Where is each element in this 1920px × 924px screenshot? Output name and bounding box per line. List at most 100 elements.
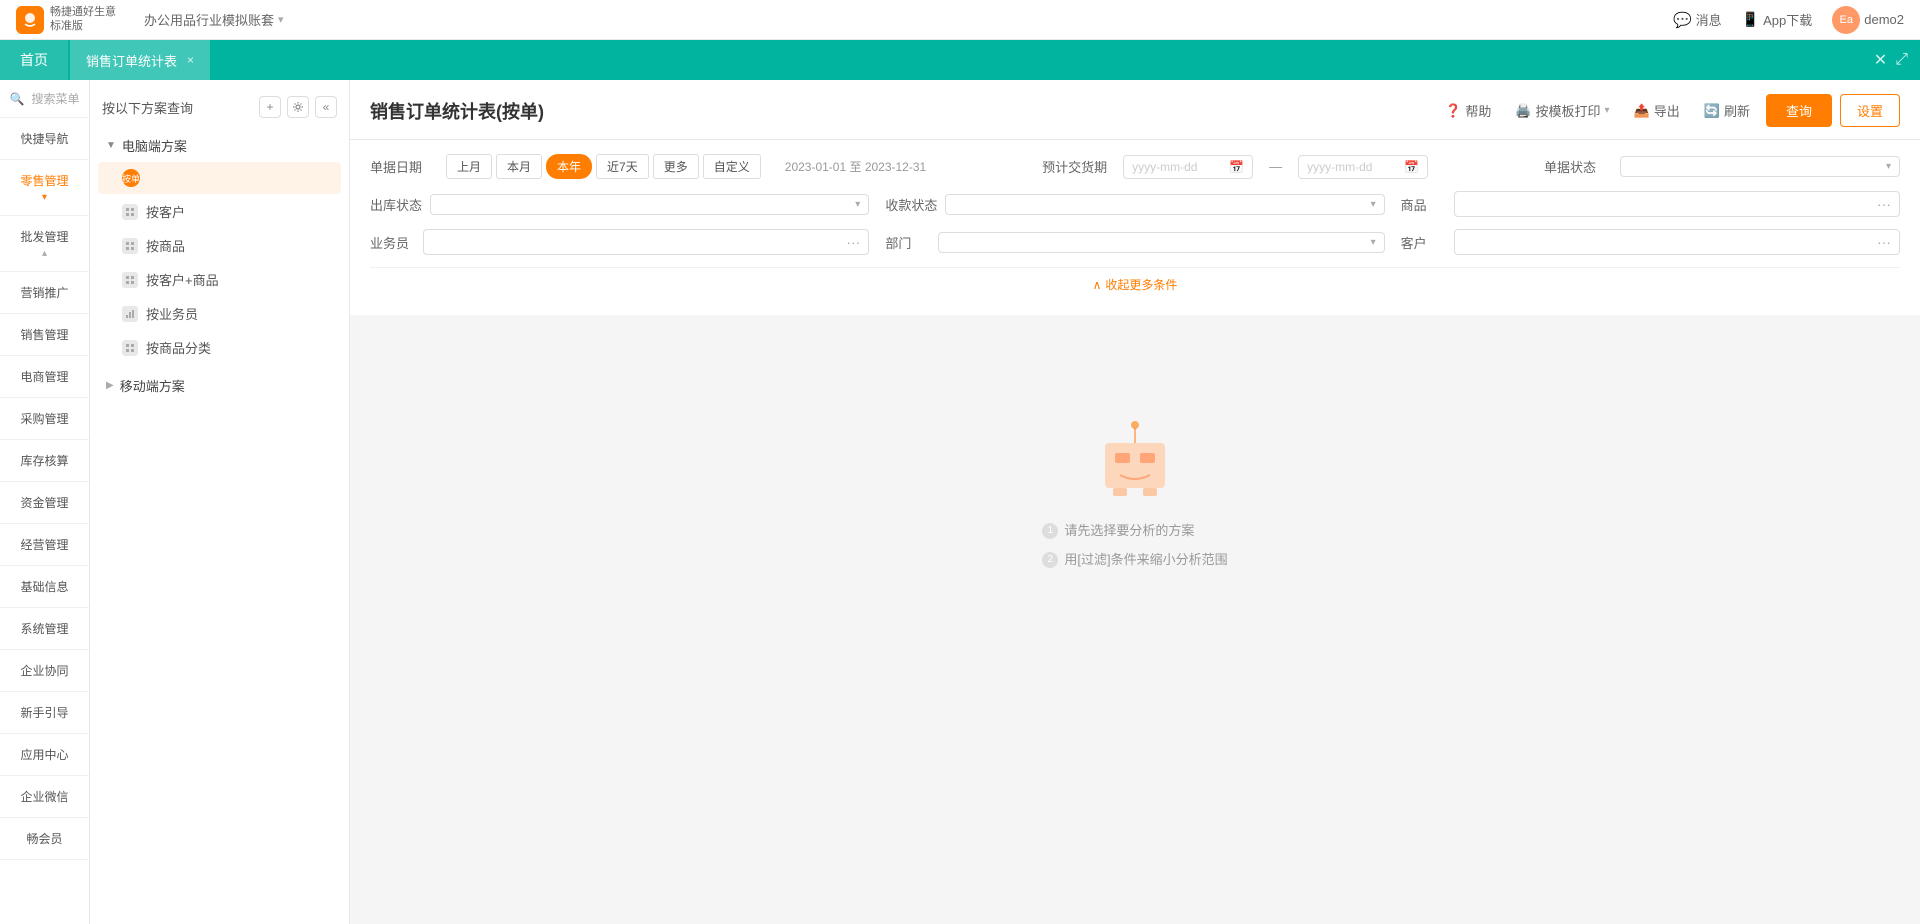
settings-scheme-button[interactable] [287,96,309,118]
scheme-icon-customer-goods [122,272,138,288]
sidebar-item-retail[interactable]: 零售管理 ▾ [0,160,89,216]
sidebar-item-system[interactable]: 系统管理 [0,608,89,650]
sidebar-item-appcenter[interactable]: 应用中心 [0,734,89,776]
goods-field[interactable]: ··· [1454,191,1900,217]
settings-button[interactable]: 设置 [1840,94,1900,127]
scheme-item-by-category[interactable]: 按商品分类 [98,331,341,364]
group-expand-icon: ▼ [106,140,116,151]
customer-dots-icon[interactable]: ··· [1877,234,1891,250]
department-field[interactable]: ▾ [938,232,1384,253]
scheme-item-by-customer-goods[interactable]: 按客户+商品 [98,263,341,296]
expand-icon[interactable]: ⤢ [1895,51,1908,69]
goods-input[interactable] [1463,197,1877,211]
scheme-item-by-order[interactable]: 按单 [98,162,341,194]
sidebar-item-sales[interactable]: 销售管理 [0,314,89,356]
add-scheme-button[interactable]: + [259,96,281,118]
app-title-area[interactable]: 办公用品行业模拟账套 ▾ [144,10,284,29]
scheme-group-mobile: ▶ 移动端方案 [90,370,349,401]
collapse-bar[interactable]: ∧ 收起更多条件 [370,267,1900,301]
print-button[interactable]: 🖨️ 按模板打印 ▾ [1507,97,1617,124]
goods-dots-icon[interactable]: ··· [1877,196,1891,212]
sidebar-item-purchase[interactable]: 采购管理 [0,398,89,440]
message-button[interactable]: 💬 消息 [1673,10,1722,29]
payment-field[interactable]: ▾ [945,194,1384,215]
customer-label: 客户 [1401,233,1446,252]
tab-bar: 首页 销售订单统计表 × ✕ ⤢ [0,40,1920,80]
department-chevron-icon: ▾ [1371,237,1376,248]
main-layout: 🔍 搜索菜单 快捷导航 零售管理 ▾ 批发管理 ▴ 营销推广 销售管理 电商管理… [0,80,1920,924]
top-bar-right: 💬 消息 📱 App下载 Ea demo2 [1673,6,1904,34]
collapse-panel-button[interactable]: « [315,96,337,118]
sidebar-item-marketing[interactable]: 营销推广 [0,272,89,314]
user-menu[interactable]: Ea demo2 [1832,6,1904,34]
sidebar-item-inventory[interactable]: 库存核算 [0,440,89,482]
empty-illustration [1075,403,1195,503]
customer-field[interactable]: ··· [1454,229,1900,255]
filter-cell-department: 部门 ▾ [885,232,1384,253]
left-panel-icons: + « [259,96,337,118]
scheme-group-desktop-header[interactable]: ▼ 电脑端方案 [98,130,341,161]
salesperson-field[interactable]: ··· [423,229,869,255]
sidebar-item-collab[interactable]: 企业协同 [0,650,89,692]
filter-cell-delivery: 出库状态 ▾ [370,194,869,215]
filter-row-2: 出库状态 ▾ 收款状态 ▾ 商品 [370,191,1900,217]
sidebar-item-wholesale[interactable]: 批发管理 ▴ [0,216,89,272]
delivery-label: 出库状态 [370,195,422,214]
date-btn-this-year[interactable]: 本年 [546,154,592,179]
right-main: 销售订单统计表(按单) ❓ 帮助 🖨️ 按模板打印 ▾ 📤 导出 [350,80,1920,924]
status-field[interactable]: ▾ [1620,156,1900,177]
print-dropdown-icon[interactable]: ▾ [1605,105,1610,116]
app-title: 办公用品行业模拟账套 [144,10,274,29]
tab-current[interactable]: 销售订单统计表 × [70,40,210,80]
logo-icon [16,6,44,34]
help-icon: ❓ [1445,103,1461,119]
sidebar-item-member[interactable]: 畅会员 [0,818,89,860]
filter-row-1: 单据日期 上月 本月 本年 近7天 更多 自定义 2023-01-01 至 20… [370,154,1900,179]
date-btn-more[interactable]: 更多 [653,154,699,179]
tab-close-icon[interactable]: × [187,53,194,67]
scheme-group-mobile-header[interactable]: ▶ 移动端方案 [98,370,341,401]
date-btn-custom[interactable]: 自定义 [703,154,761,179]
minimize-icon[interactable]: ✕ [1874,50,1887,70]
sidebar-item-finance[interactable]: 资金管理 [0,482,89,524]
calendar-start-icon: 📅 [1229,160,1244,174]
help-button[interactable]: ❓ 帮助 [1437,97,1499,124]
content-area: 按以下方案查询 + « ▼ 电脑端方案 [90,80,1920,924]
scheme-item-by-salesperson[interactable]: 按业务员 [98,297,341,330]
top-bar: 畅捷通好生意 标准版 办公用品行业模拟账套 ▾ 💬 消息 📱 App下载 Ea … [0,0,1920,40]
delivery-field[interactable]: ▾ [430,194,869,215]
payment-label: 收款状态 [885,195,937,214]
sidebar-search[interactable]: 🔍 搜索菜单 [0,80,89,118]
scheme-icon-customer [122,204,138,220]
sidebar-item-ecommerce[interactable]: 电商管理 [0,356,89,398]
sidebar-item-wechat[interactable]: 企业微信 [0,776,89,818]
query-button[interactable]: 查询 [1766,94,1832,127]
payment-chevron-icon: ▾ [1371,199,1376,210]
salesperson-dots-icon[interactable]: ··· [846,234,860,250]
date-btn-last-month[interactable]: 上月 [446,154,492,179]
expected-date-end[interactable]: yyyy-mm-dd 📅 [1298,155,1428,179]
scheme-icon-salesperson [122,306,138,322]
sidebar-quick-nav[interactable]: 快捷导航 [0,118,89,160]
export-button[interactable]: 📤 导出 [1626,97,1688,124]
scheme-icon-category [122,340,138,356]
sidebar-item-basic[interactable]: 基础信息 [0,566,89,608]
sidebar-item-guide[interactable]: 新手引导 [0,692,89,734]
expected-date-start[interactable]: yyyy-mm-dd 📅 [1123,155,1253,179]
top-bar-left: 畅捷通好生意 标准版 办公用品行业模拟账套 ▾ [16,6,284,34]
scheme-item-by-goods[interactable]: 按商品 [98,229,341,262]
empty-tips: 1 请先选择要分析的方案 2 用[过滤]条件来缩小分析范围 [1042,519,1227,572]
date-btn-this-month[interactable]: 本月 [496,154,542,179]
customer-input[interactable] [1463,235,1877,249]
filter-area: 单据日期 上月 本月 本年 近7天 更多 自定义 2023-01-01 至 20… [350,140,1920,315]
app-title-dropdown-icon[interactable]: ▾ [278,13,284,26]
refresh-button[interactable]: 🔄 刷新 [1696,97,1758,124]
scheme-item-by-customer[interactable]: 按客户 [98,195,341,228]
sidebar-item-business[interactable]: 经营管理 [0,524,89,566]
salesperson-input[interactable] [432,235,846,249]
tab-home[interactable]: 首页 [0,40,68,80]
salesperson-label: 业务员 [370,233,415,252]
print-icon: 🖨️ [1515,103,1531,119]
app-download-button[interactable]: 📱 App下载 [1742,10,1813,29]
date-btn-7days[interactable]: 近7天 [596,154,649,179]
